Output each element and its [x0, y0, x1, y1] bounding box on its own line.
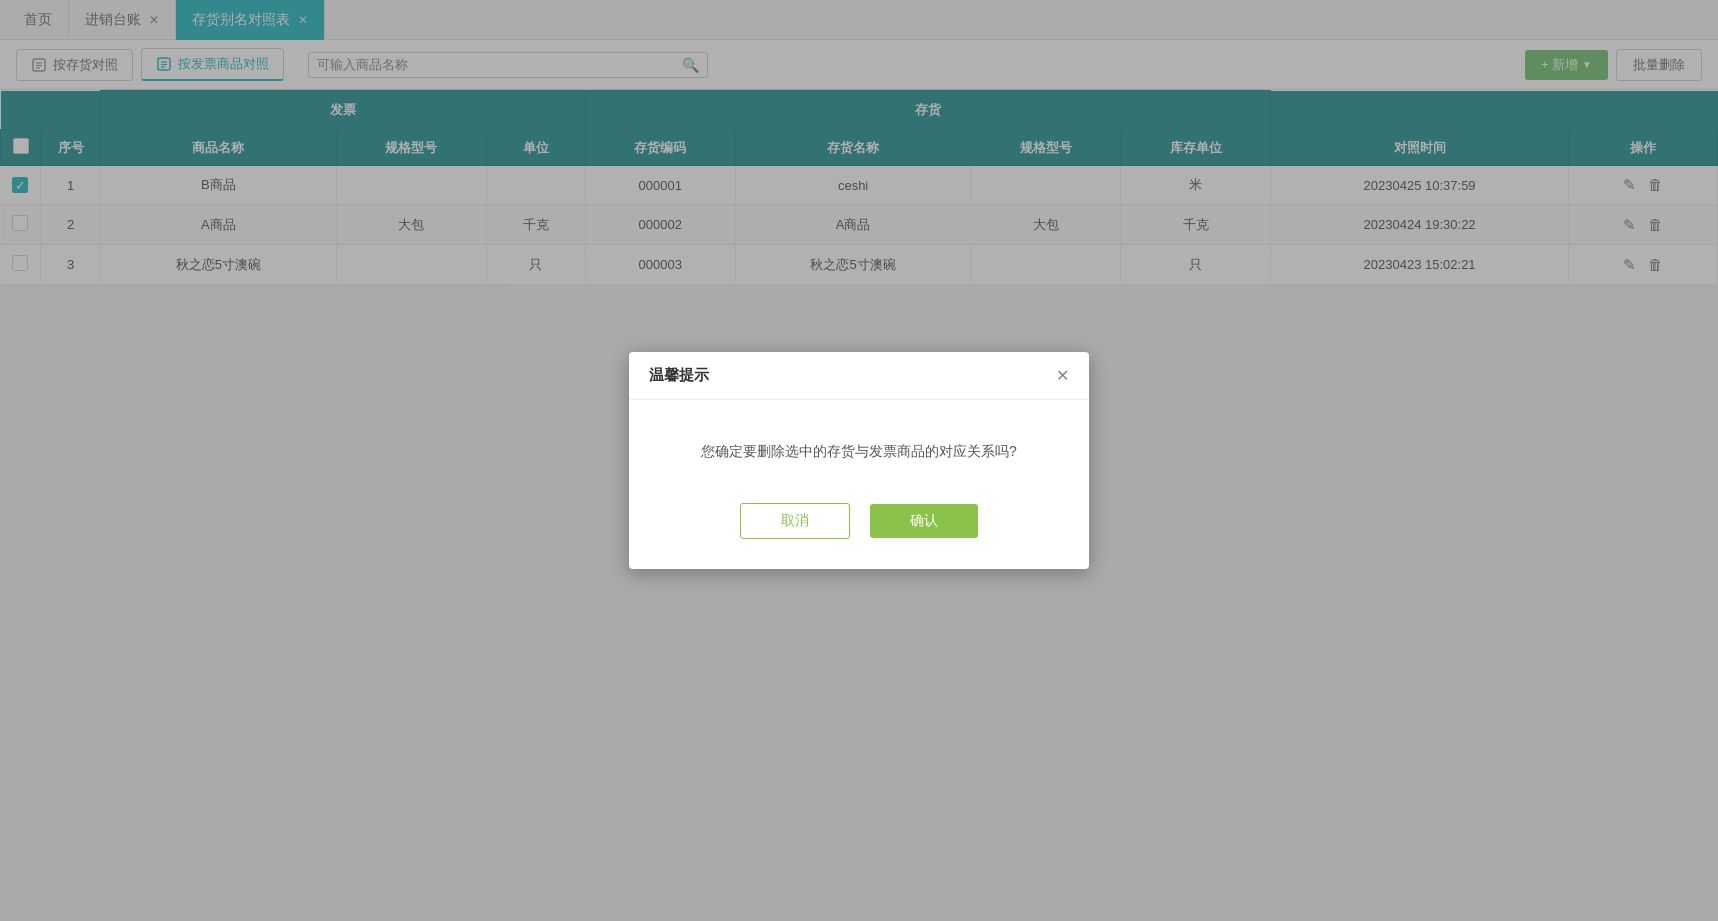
dialog-overlay: 温馨提示 ✕ 您确定要删除选中的存货与发票商品的对应关系吗? 取消 确认 [0, 0, 1718, 285]
